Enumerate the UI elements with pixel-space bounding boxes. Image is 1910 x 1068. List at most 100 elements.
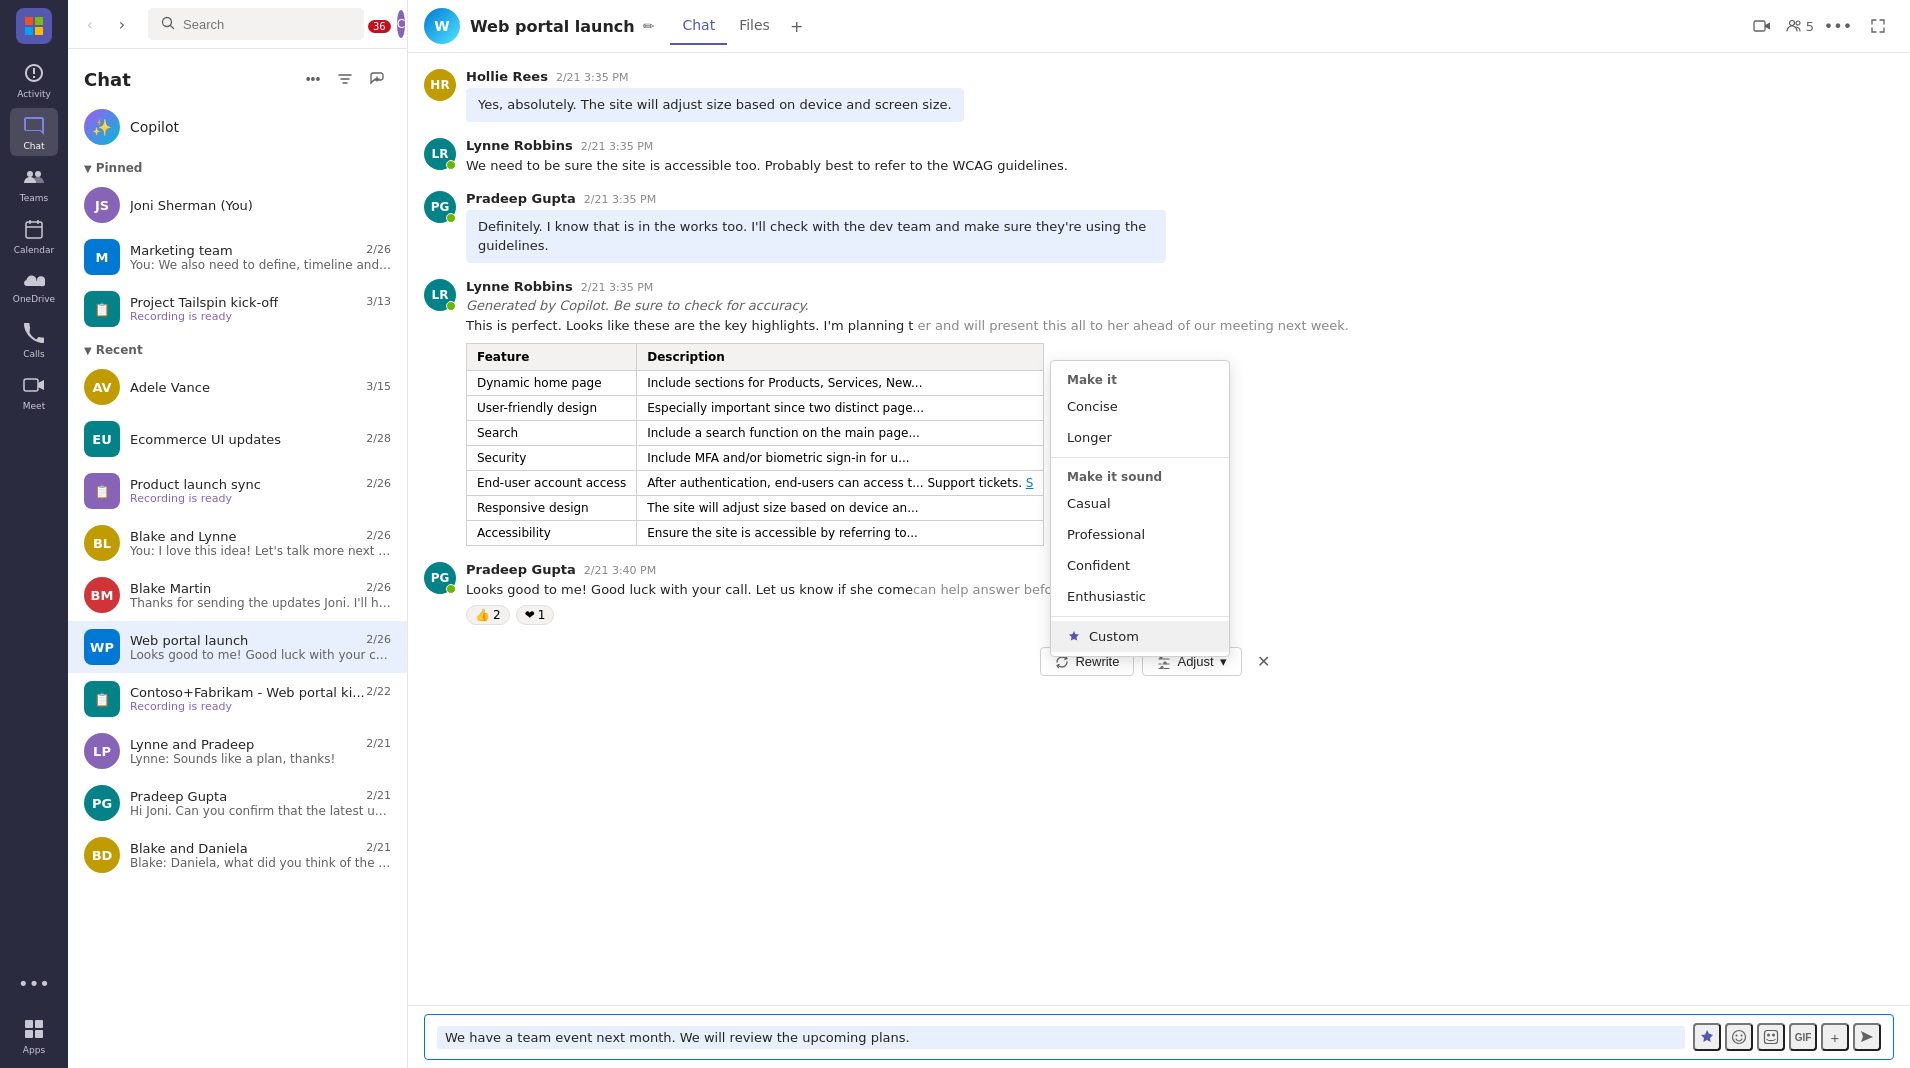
more-options-button[interactable]: •••	[299, 65, 327, 93]
dropdown-item-professional[interactable]: Professional	[1051, 519, 1229, 550]
chat-item-name-blake-martin: Blake Martin	[130, 581, 211, 596]
back-arrow[interactable]: ‹	[76, 10, 104, 38]
tab-chat[interactable]: Chat	[670, 9, 727, 45]
search-bar[interactable]	[148, 8, 364, 40]
chat-item-time-project: 3/13	[366, 295, 391, 310]
reaction-thumbsup[interactable]: 👍 2	[466, 605, 510, 625]
chat-header: W Web portal launch ✏️ Chat Files + 5 ••…	[408, 0, 1910, 53]
chat-item-info-blake-daniela: Blake and Daniela 2/21 Blake: Daniela, w…	[130, 841, 391, 870]
sidebar-icon-meet[interactable]: Meet	[10, 368, 58, 416]
dropdown-divider2	[1051, 616, 1229, 617]
meet-icon	[23, 374, 45, 399]
dropdown-item-enthusiastic[interactable]: Enthusiastic	[1051, 581, 1229, 612]
search-input[interactable]	[183, 17, 351, 32]
heart-count: 1	[538, 608, 546, 622]
dropdown-item-casual[interactable]: Casual	[1051, 488, 1229, 519]
list-item-joni[interactable]: JS Joni Sherman (You)	[68, 179, 407, 231]
dropdown-item-concise[interactable]: Concise	[1051, 391, 1229, 422]
list-item-product[interactable]: 📋 Product launch sync 2/26 Recording is …	[68, 465, 407, 517]
msg-time-pradeep1: 2/21 3:35 PM	[584, 193, 657, 206]
list-item-web-portal[interactable]: WP Web portal launch 2/26 Looks good to …	[68, 621, 407, 673]
list-item-lynne-pradeep[interactable]: LP Lynne and Pradeep 2/21 Lynne: Sounds …	[68, 725, 407, 777]
video-call-button[interactable]	[1746, 10, 1778, 42]
chat-header-title: Web portal launch	[470, 17, 635, 36]
table-row: User-friendly design Especially importan…	[467, 395, 1044, 420]
chat-item-time-pradeep: 2/21	[366, 789, 391, 804]
pinned-section-header[interactable]: ▼ Pinned	[68, 153, 407, 179]
table-cell-feature: Dynamic home page	[467, 370, 637, 395]
activity-label: Activity	[17, 89, 51, 99]
custom-icon	[1067, 630, 1081, 644]
list-item-adele[interactable]: AV Adele Vance 3/15	[68, 361, 407, 413]
list-item-blake-martin[interactable]: BM Blake Martin 2/26 Thanks for sending …	[68, 569, 407, 621]
sidebar-icon-activity[interactable]: Activity	[10, 56, 58, 104]
list-item-contoso[interactable]: 📋 Contoso+Fabrikam - Web portal ki... 2/…	[68, 673, 407, 725]
sidebar-icon-calendar[interactable]: Calendar	[10, 212, 58, 260]
chat-item-preview-web-portal: Looks good to me! Good luck with your ca…	[130, 648, 391, 662]
new-chat-button[interactable]	[363, 65, 391, 93]
sidebar-icon-calls[interactable]: Calls	[10, 316, 58, 364]
dropdown-item-custom[interactable]: Custom	[1051, 621, 1229, 652]
more-compose-button[interactable]: +	[1821, 1023, 1849, 1051]
sidebar-icon-apps[interactable]: Apps	[10, 1012, 58, 1060]
msg-header-hollie: Hollie Rees 2/21 3:35 PM	[466, 69, 1894, 84]
ms-logo[interactable]	[16, 8, 52, 44]
sidebar-icon-more[interactable]: •••	[10, 960, 58, 1008]
list-item-pradeep[interactable]: PG Pradeep Gupta 2/21 Hi Joni. Can you c…	[68, 777, 407, 829]
chat-sidebar-label: Chat	[23, 141, 44, 151]
sidebar-icon-onedrive[interactable]: OneDrive	[10, 264, 58, 312]
list-item-marketing[interactable]: M Marketing team 2/26 You: We also need …	[68, 231, 407, 283]
sidebar-icon-chat[interactable]: Chat	[10, 108, 58, 156]
table-row: Security Include MFA and/or biometric si…	[467, 445, 1044, 470]
edit-title-icon[interactable]: ✏️	[643, 18, 655, 34]
more-header-button[interactable]: •••	[1822, 10, 1854, 42]
chat-item-name-lynne-pradeep: Lynne and Pradeep	[130, 737, 254, 752]
list-item-blake-lynne[interactable]: BL Blake and Lynne 2/26 You: I love this…	[68, 517, 407, 569]
chat-item-preview-product: Recording is ready	[130, 492, 391, 505]
chat-item-time-marketing: 2/26	[366, 243, 391, 258]
close-ai-button[interactable]: ✕	[1250, 648, 1278, 676]
copilot-name: Copilot	[130, 119, 179, 135]
sidebar-icon-teams[interactable]: Teams	[10, 160, 58, 208]
chat-item-name-contoso: Contoso+Fabrikam - Web portal ki...	[130, 685, 365, 700]
recent-section-header[interactable]: ▼ Recent	[68, 335, 407, 361]
chevron-down-icon: ▼	[84, 163, 92, 174]
tab-files[interactable]: Files	[727, 9, 782, 45]
list-item-project[interactable]: 📋 Project Tailspin kick-off 3/13 Recordi…	[68, 283, 407, 335]
list-item-ecommerce[interactable]: EU Ecommerce UI updates 2/28	[68, 413, 407, 465]
msg-main-text-copilot: This is perfect. Looks like these are th…	[466, 318, 913, 333]
emoji-button[interactable]	[1725, 1023, 1753, 1051]
dropdown-item-confident[interactable]: Confident	[1051, 550, 1229, 581]
dropdown-item-longer[interactable]: Longer	[1051, 422, 1229, 453]
svg-point-18	[1741, 1035, 1743, 1037]
chat-sidebar-icon	[23, 114, 45, 139]
chat-item-name-joni: Joni Sherman (You)	[130, 198, 391, 213]
gif-button[interactable]: GIF	[1789, 1023, 1817, 1051]
msg-header-pradeep1: Pradeep Gupta 2/21 3:35 PM	[466, 191, 1894, 206]
expand-button[interactable]	[1862, 10, 1894, 42]
recent-label: Recent	[96, 343, 143, 357]
svg-point-21	[1772, 1034, 1775, 1037]
ai-compose-button[interactable]	[1693, 1023, 1721, 1051]
list-item-blake-daniela[interactable]: BD Blake and Daniela 2/21 Blake: Daniela…	[68, 829, 407, 881]
reaction-heart[interactable]: ❤️ 1	[516, 605, 555, 625]
svg-rect-11	[35, 1030, 43, 1038]
send-button[interactable]	[1853, 1023, 1881, 1051]
tab-add[interactable]: +	[782, 9, 811, 44]
table-row: Accessibility Ensure the site is accessi…	[467, 520, 1044, 545]
meet-label: Meet	[23, 401, 45, 411]
msg-sender-pradeep2: Pradeep Gupta	[466, 562, 576, 577]
copilot-item[interactable]: ✨ Copilot	[68, 101, 407, 153]
sticker-button[interactable]	[1757, 1023, 1785, 1051]
avatar-product: 📋	[84, 473, 120, 509]
calls-label: Calls	[23, 349, 45, 359]
chat-item-preview-blake-lynne: You: I love this idea! Let's talk more n…	[130, 544, 391, 558]
user-avatar[interactable]: C	[397, 10, 405, 38]
compose-text[interactable]: We have a team event next month. We will…	[437, 1026, 1685, 1049]
filter-button[interactable]	[331, 65, 359, 93]
forward-arrow[interactable]: ›	[108, 10, 136, 38]
chat-item-time-web-portal: 2/26	[366, 633, 391, 648]
chat-item-info-blake-lynne: Blake and Lynne 2/26 You: I love this id…	[130, 529, 391, 558]
chat-item-name-blake-lynne: Blake and Lynne	[130, 529, 237, 544]
participants-button[interactable]: 5	[1786, 18, 1814, 34]
